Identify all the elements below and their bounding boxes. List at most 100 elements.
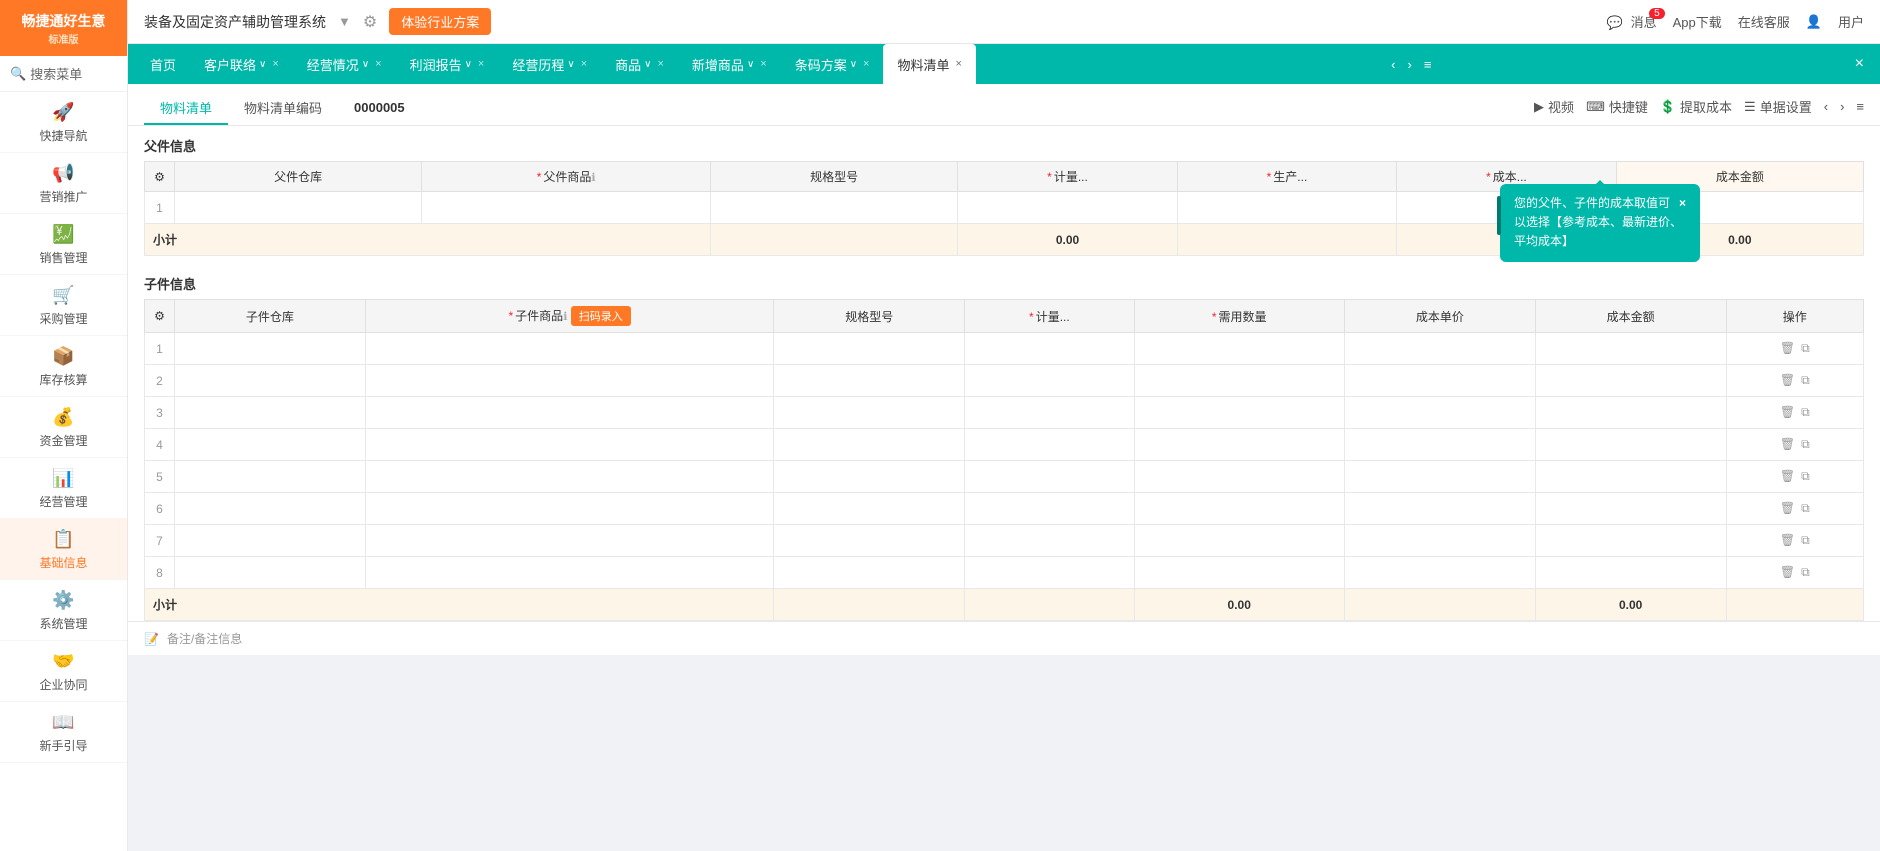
delete-icon-4[interactable]: 🗑 — [1780, 437, 1795, 452]
sidebar-item-purchase[interactable]: 🛒 采购管理 — [0, 275, 127, 336]
child-table: ⚙ 子件仓库 *子件商品ℹ 扫码录入 规格型号 *计量... *需用数量 成本单… — [144, 299, 1864, 621]
delete-icon-8[interactable]: 🗑 — [1780, 565, 1795, 580]
message-container: 💬 5 消息 — [1607, 12, 1657, 31]
child-spec-2[interactable] — [774, 365, 965, 397]
child-qty-2[interactable] — [1134, 365, 1344, 397]
sidebar-item-operations[interactable]: 📊 经营管理 — [0, 458, 127, 519]
search-icon: 🔍 — [10, 66, 26, 82]
copy-icon-8[interactable]: ⧉ — [1801, 565, 1810, 580]
tooltip-close-btn[interactable]: × — [1679, 194, 1686, 213]
close-all-tabs[interactable]: × — [1847, 55, 1872, 73]
child-qty-1[interactable] — [1134, 333, 1344, 365]
child-col-unit: *计量... — [965, 300, 1134, 333]
parent-unit-1[interactable] — [958, 192, 1177, 224]
tab-barcode[interactable]: 条码方案∨× — [781, 44, 884, 84]
purchase-icon: 🛒 — [52, 285, 74, 306]
copy-icon-1[interactable]: ⧉ — [1801, 341, 1810, 356]
sidebar-item-system[interactable]: ⚙️ 系统管理 — [0, 580, 127, 641]
delete-icon-3[interactable]: 🗑 — [1780, 405, 1795, 420]
delete-icon-1[interactable]: 🗑 — [1780, 341, 1795, 356]
child-unit-cost-1[interactable] — [1344, 333, 1535, 365]
table-row: 7 🗑⧉ — [145, 525, 1864, 557]
message-icon[interactable]: 💬 — [1607, 15, 1623, 30]
child-unit-2[interactable] — [965, 365, 1134, 397]
copy-icon-4[interactable]: ⧉ — [1801, 437, 1810, 452]
child-col-settings[interactable]: ⚙ — [145, 300, 175, 333]
tab-products[interactable]: 商品∨× — [601, 44, 678, 84]
guide-label: 新手引导 — [39, 737, 87, 754]
scan-input-btn[interactable]: 扫码录入 — [571, 306, 631, 326]
tab-profit[interactable]: 利润报告∨× — [396, 44, 499, 84]
child-col-qty: *需用数量 — [1134, 300, 1344, 333]
parent-col-settings[interactable]: ⚙ — [145, 162, 175, 192]
play-icon: ▶ — [1534, 99, 1544, 115]
delete-icon-7[interactable]: 🗑 — [1780, 533, 1795, 548]
parent-product-1[interactable] — [422, 192, 711, 224]
single-settings-btn[interactable]: ☰ 单据设置 — [1744, 97, 1812, 116]
nav-right-icon[interactable]: › — [1840, 99, 1844, 114]
trial-button[interactable]: 体验行业方案 — [389, 8, 491, 35]
settings-icon[interactable]: ⚙ — [363, 12, 377, 32]
parent-produce-1[interactable] — [1177, 192, 1396, 224]
nav-prev-icon[interactable]: ‹ — [1387, 57, 1399, 72]
child-unit-cost-2[interactable] — [1344, 365, 1535, 397]
sub-tab-bom-list[interactable]: 物料清单 — [144, 92, 228, 125]
sidebar-item-finance[interactable]: 💰 资金管理 — [0, 397, 127, 458]
nav-next-icon[interactable]: › — [1404, 57, 1416, 72]
sidebar-item-search[interactable]: 🔍 搜索菜单 — [0, 56, 127, 92]
child-section-title: 子件信息 — [128, 264, 1880, 299]
tab-operations[interactable]: 经营情况∨× — [293, 44, 396, 84]
copy-icon-5[interactable]: ⧉ — [1801, 469, 1810, 484]
delete-icon-2[interactable]: 🗑 — [1780, 373, 1795, 388]
marketing-label: 营销推广 — [39, 188, 87, 205]
finance-label: 资金管理 — [39, 432, 87, 449]
sidebar-item-guide[interactable]: 📖 新手引导 — [0, 702, 127, 763]
tab-new-product[interactable]: 新增商品∨× — [678, 44, 781, 84]
parent-col-unit: *计量... — [958, 162, 1177, 192]
delete-icon-5[interactable]: 🗑 — [1780, 469, 1795, 484]
tab-home[interactable]: 首页 — [136, 44, 190, 84]
copy-icon-2[interactable]: ⧉ — [1801, 373, 1810, 388]
sidebar-item-quick-nav[interactable]: 🚀 快捷导航 — [0, 92, 127, 153]
child-warehouse-1[interactable] — [175, 333, 366, 365]
child-spec-1[interactable] — [774, 333, 965, 365]
extract-cost-btn[interactable]: 💲 提取成本 — [1660, 97, 1732, 116]
app-download[interactable]: App下载 — [1673, 12, 1722, 31]
system-dropdown-icon[interactable]: ▼ — [338, 14, 351, 29]
tab-history[interactable]: 经营历程∨× — [498, 44, 601, 84]
child-unit-1[interactable] — [965, 333, 1134, 365]
shortcut-btn[interactable]: ⌨ 快捷键 — [1586, 97, 1648, 116]
logo: 畅捷通好生意 标准版 — [0, 0, 127, 56]
user-avatar[interactable]: 👤 — [1806, 14, 1822, 30]
child-subtotal-label: 小计 — [145, 589, 774, 621]
nav-menu-icon[interactable]: ≡ — [1420, 57, 1436, 72]
view-toggle-icon[interactable]: ≡ — [1856, 99, 1864, 114]
online-service[interactable]: 在线客服 — [1738, 12, 1790, 31]
sidebar-item-basic-info[interactable]: 📋 基础信息 — [0, 519, 127, 580]
parent-spec-1[interactable] — [710, 192, 957, 224]
child-subtotal-qty: 0.00 — [1134, 589, 1344, 621]
sidebar-item-collab[interactable]: 🤝 企业协同 — [0, 641, 127, 702]
sidebar-item-sales[interactable]: 💹 销售管理 — [0, 214, 127, 275]
tab-customer[interactable]: 客户联络∨× — [190, 44, 293, 84]
action-icons-2: 🗑⧉ — [1735, 373, 1855, 388]
main-area: 装备及固定资产辅助管理系统 ▼ ⚙ 体验行业方案 💬 5 消息 App下载 在线… — [128, 0, 1880, 851]
child-product-1[interactable] — [365, 333, 774, 365]
copy-icon-3[interactable]: ⧉ — [1801, 405, 1810, 420]
sidebar-item-marketing[interactable]: 📢 营销推广 — [0, 153, 127, 214]
nav-left-icon[interactable]: ‹ — [1824, 99, 1828, 114]
delete-icon-6[interactable]: 🗑 — [1780, 501, 1795, 516]
sidebar-item-inventory[interactable]: 📦 库存核算 — [0, 336, 127, 397]
parent-col-spec: 规格型号 — [710, 162, 957, 192]
parent-col-product: *父件商品ℹ — [422, 162, 711, 192]
user-label[interactable]: 用户 — [1838, 12, 1864, 31]
tab-bom[interactable]: 物料清单× — [883, 44, 975, 84]
child-product-2[interactable] — [365, 365, 774, 397]
app-name: 畅捷通好生意 — [22, 11, 106, 31]
child-warehouse-2[interactable] — [175, 365, 366, 397]
copy-icon-6[interactable]: ⧉ — [1801, 501, 1810, 516]
copy-icon-7[interactable]: ⧉ — [1801, 533, 1810, 548]
view-btn[interactable]: ▶ 视频 — [1534, 97, 1574, 116]
parent-warehouse-1[interactable] — [175, 192, 422, 224]
basic-info-icon: 📋 — [52, 529, 74, 550]
